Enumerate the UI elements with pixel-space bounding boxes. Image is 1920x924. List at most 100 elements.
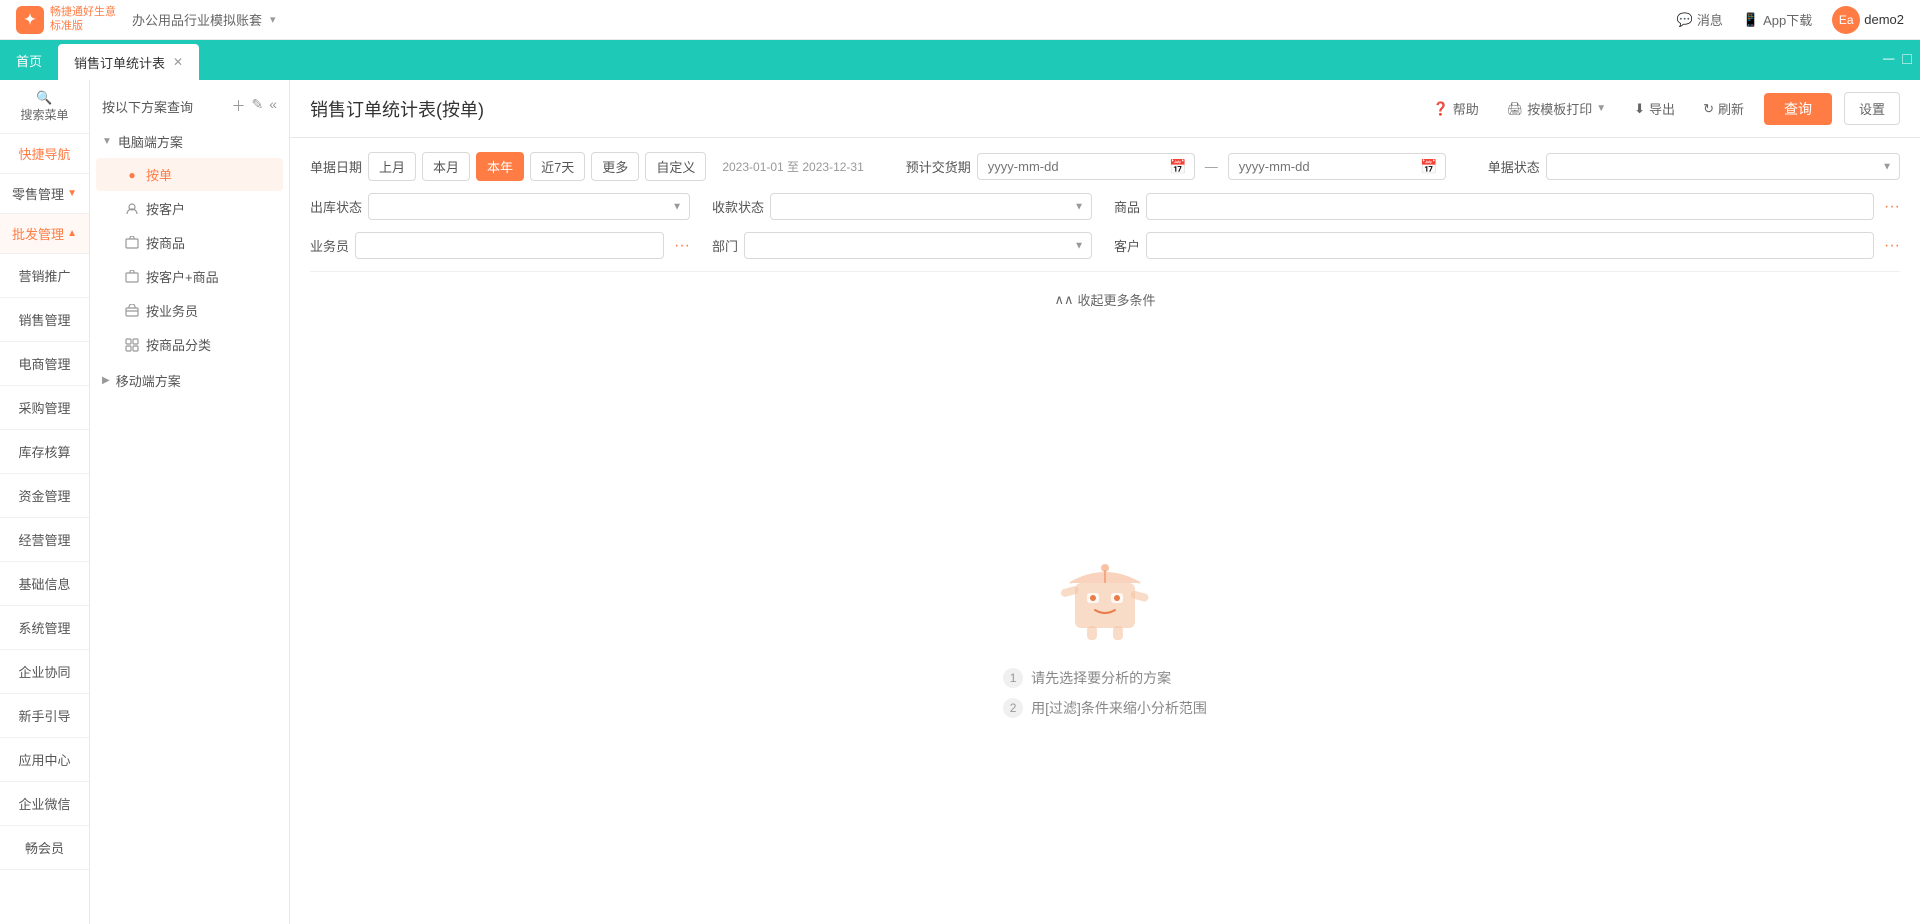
top-bar-left: ✦ 畅捷通好生意 标准版 办公用品行业模拟账套 ▾ <box>16 6 276 34</box>
sidebar-item-sales[interactable]: 销售管理 <box>0 298 89 342</box>
date-start-calendar-icon: 📅 <box>1169 158 1186 175</box>
sidebar-item-purchase[interactable]: 采购管理 <box>0 386 89 430</box>
refresh-btn[interactable]: ↻ 刷新 <box>1695 95 1752 122</box>
sidebar-item-inventory[interactable]: 库存核算 <box>0 430 89 474</box>
date-btn-last-7[interactable]: 近7天 <box>530 152 585 181</box>
salesman-more-btn[interactable]: ··· <box>674 237 690 255</box>
user-area[interactable]: Ea demo2 <box>1832 6 1904 34</box>
scheme-customer-icon <box>124 201 140 217</box>
sidebar-item-system[interactable]: 系统管理 <box>0 606 89 650</box>
scheme-group-pc-header[interactable]: ▼ 电脑端方案 <box>90 126 289 157</box>
collapse-btn[interactable]: ∧∧ 收起更多条件 <box>310 282 1900 317</box>
sidebar-item-operations[interactable]: 经营管理 <box>0 518 89 562</box>
sidebar-item-retail[interactable]: 零售管理 ▼ <box>0 174 89 214</box>
salesman-input[interactable] <box>355 232 664 259</box>
tab-home[interactable]: 首页 <box>0 40 58 80</box>
forecast-date-end-wrap: 📅 <box>1228 153 1446 180</box>
sidebar-item-ecommerce[interactable]: 电商管理 <box>0 342 89 386</box>
message-btn[interactable]: 💬 消息 <box>1677 10 1723 29</box>
out-status-select[interactable] <box>368 193 690 220</box>
tab-close-icon[interactable]: ✕ <box>173 55 183 69</box>
collapse-icon: ∧∧ <box>1054 292 1073 308</box>
sidebar-item-quicknav[interactable]: 快捷导航 <box>0 134 89 174</box>
collapse-panel-btn[interactable]: « <box>269 96 277 116</box>
date-btn-this-year[interactable]: 本年 <box>476 152 524 181</box>
top-bar-dropdown[interactable]: ▾ <box>270 13 276 26</box>
export-icon: ⬇ <box>1634 101 1645 117</box>
scheme-item-by-order[interactable]: ● 按单 <box>96 158 283 191</box>
wholesale-arrow-icon: ▲ <box>67 228 77 239</box>
forecast-date-start-wrap: 📅 <box>977 153 1195 180</box>
scheme-cg-icon <box>124 269 140 285</box>
tab-sales-order[interactable]: 销售订单统计表 ✕ <box>58 44 199 80</box>
scheme-group-pc: ▼ 电脑端方案 ● 按单 按客户 按商品 <box>90 126 289 361</box>
sidebar-item-wechat[interactable]: 企业微信 <box>0 782 89 826</box>
export-btn[interactable]: ⬇ 导出 <box>1626 95 1683 122</box>
scheme-group-mobile[interactable]: ▶ 移动端方案 <box>90 365 289 396</box>
top-bar: ✦ 畅捷通好生意 标准版 办公用品行业模拟账套 ▾ 💬 消息 📱 App下载 E… <box>0 0 1920 40</box>
date-range-display: 2023-01-01 至 2023-12-31 <box>718 158 863 175</box>
customer-label: 客户 <box>1114 236 1140 255</box>
goods-input[interactable] <box>1146 193 1874 220</box>
left-panel: 按以下方案查询 ＋ ✎ « ▼ 电脑端方案 ● 按单 <box>90 80 290 924</box>
left-panel-header: 按以下方案查询 ＋ ✎ « <box>90 90 289 122</box>
scheme-item-by-salesman[interactable]: 按业务员 <box>96 294 283 327</box>
date-btn-this-month[interactable]: 本月 <box>422 152 470 181</box>
status-select[interactable] <box>1546 153 1900 180</box>
logo-text: 畅捷通好生意 标准版 <box>50 6 116 32</box>
sidebar-item-basic[interactable]: 基础信息 <box>0 562 89 606</box>
receive-status-select-wrap <box>770 193 1092 220</box>
sidebar-item-enterprise[interactable]: 企业协同 <box>0 650 89 694</box>
status-label: 单据状态 <box>1488 157 1540 176</box>
scheme-item-by-category[interactable]: 按商品分类 <box>96 328 283 361</box>
date-dash: — <box>1201 159 1222 174</box>
sidebar-item-member[interactable]: 畅会员 <box>0 826 89 870</box>
scheme-item-by-goods[interactable]: 按商品 <box>96 226 283 259</box>
query-btn[interactable]: 查询 <box>1764 93 1832 125</box>
out-status-label: 出库状态 <box>310 197 362 216</box>
empty-step-1: 1 请先选择要分析的方案 <box>1003 668 1207 688</box>
customer-more-btn[interactable]: ··· <box>1884 237 1900 255</box>
app-download-btn[interactable]: 📱 App下载 <box>1743 10 1812 29</box>
refresh-icon: ↻ <box>1703 101 1714 117</box>
filter-section: 单据日期 上月 本月 本年 近7天 更多 自定义 2023-01-01 至 20… <box>290 138 1920 331</box>
sidebar-item-marketing[interactable]: 营销推广 <box>0 254 89 298</box>
edit-scheme-btn[interactable]: ✎ <box>251 96 263 116</box>
user-name: demo2 <box>1864 12 1904 27</box>
out-status-field-group: 出库状态 <box>310 193 690 220</box>
date-btn-custom[interactable]: 自定义 <box>645 152 706 181</box>
tab-maximize-btn[interactable]: □ <box>1902 51 1912 69</box>
goods-more-btn[interactable]: ··· <box>1884 198 1900 216</box>
tab-minimize-btn[interactable]: ─ <box>1883 51 1894 69</box>
dept-label: 部门 <box>712 236 738 255</box>
scheme-group-pc-arrow: ▼ <box>102 136 112 147</box>
main-layout: 🔍 搜索菜单 快捷导航 零售管理 ▼ 批发管理 ▲ 营销推广 销售管理 电商管理… <box>0 80 1920 924</box>
sidebar-item-wholesale[interactable]: 批发管理 ▲ <box>0 214 89 254</box>
page-header-actions: ❓ 帮助 🖨 按模板打印 ▼ ⬇ 导出 ↻ 刷新 <box>1425 92 1901 125</box>
filter-row-3: 业务员 ··· 部门 客户 <box>310 232 1900 259</box>
forecast-date-start-input[interactable] <box>977 153 1195 180</box>
receive-status-select[interactable] <box>770 193 1092 220</box>
add-scheme-btn[interactable]: ＋ <box>231 96 245 116</box>
sidebar-item-finance[interactable]: 资金管理 <box>0 474 89 518</box>
status-select-wrap <box>1546 153 1900 180</box>
salesman-field-group: 业务员 ··· <box>310 232 690 259</box>
sidebar-item-search[interactable]: 🔍 搜索菜单 <box>0 80 89 134</box>
help-btn[interactable]: ❓ 帮助 <box>1425 95 1487 122</box>
date-btn-more[interactable]: 更多 <box>591 152 639 181</box>
sidebar-item-newuser[interactable]: 新手引导 <box>0 694 89 738</box>
date-btn-last-month[interactable]: 上月 <box>368 152 416 181</box>
print-btn[interactable]: 🖨 按模板打印 ▼ <box>1499 95 1614 122</box>
filter-row-1: 单据日期 上月 本月 本年 近7天 更多 自定义 2023-01-01 至 20… <box>310 138 1900 181</box>
scheme-item-by-customer-goods[interactable]: 按客户+商品 <box>96 260 283 293</box>
settings-btn[interactable]: 设置 <box>1844 92 1900 125</box>
avatar: Ea <box>1832 6 1860 34</box>
sidebar-item-appcenter[interactable]: 应用中心 <box>0 738 89 782</box>
receive-status-label: 收款状态 <box>712 197 764 216</box>
customer-input[interactable] <box>1146 232 1874 259</box>
forecast-date-end-input[interactable] <box>1228 153 1446 180</box>
scheme-item-by-customer[interactable]: 按客户 <box>96 192 283 225</box>
forecast-date-group: 预计交货期 📅 — 📅 <box>906 153 1446 180</box>
dept-select[interactable] <box>744 232 1092 259</box>
left-panel-title: 按以下方案查询 <box>102 97 193 116</box>
